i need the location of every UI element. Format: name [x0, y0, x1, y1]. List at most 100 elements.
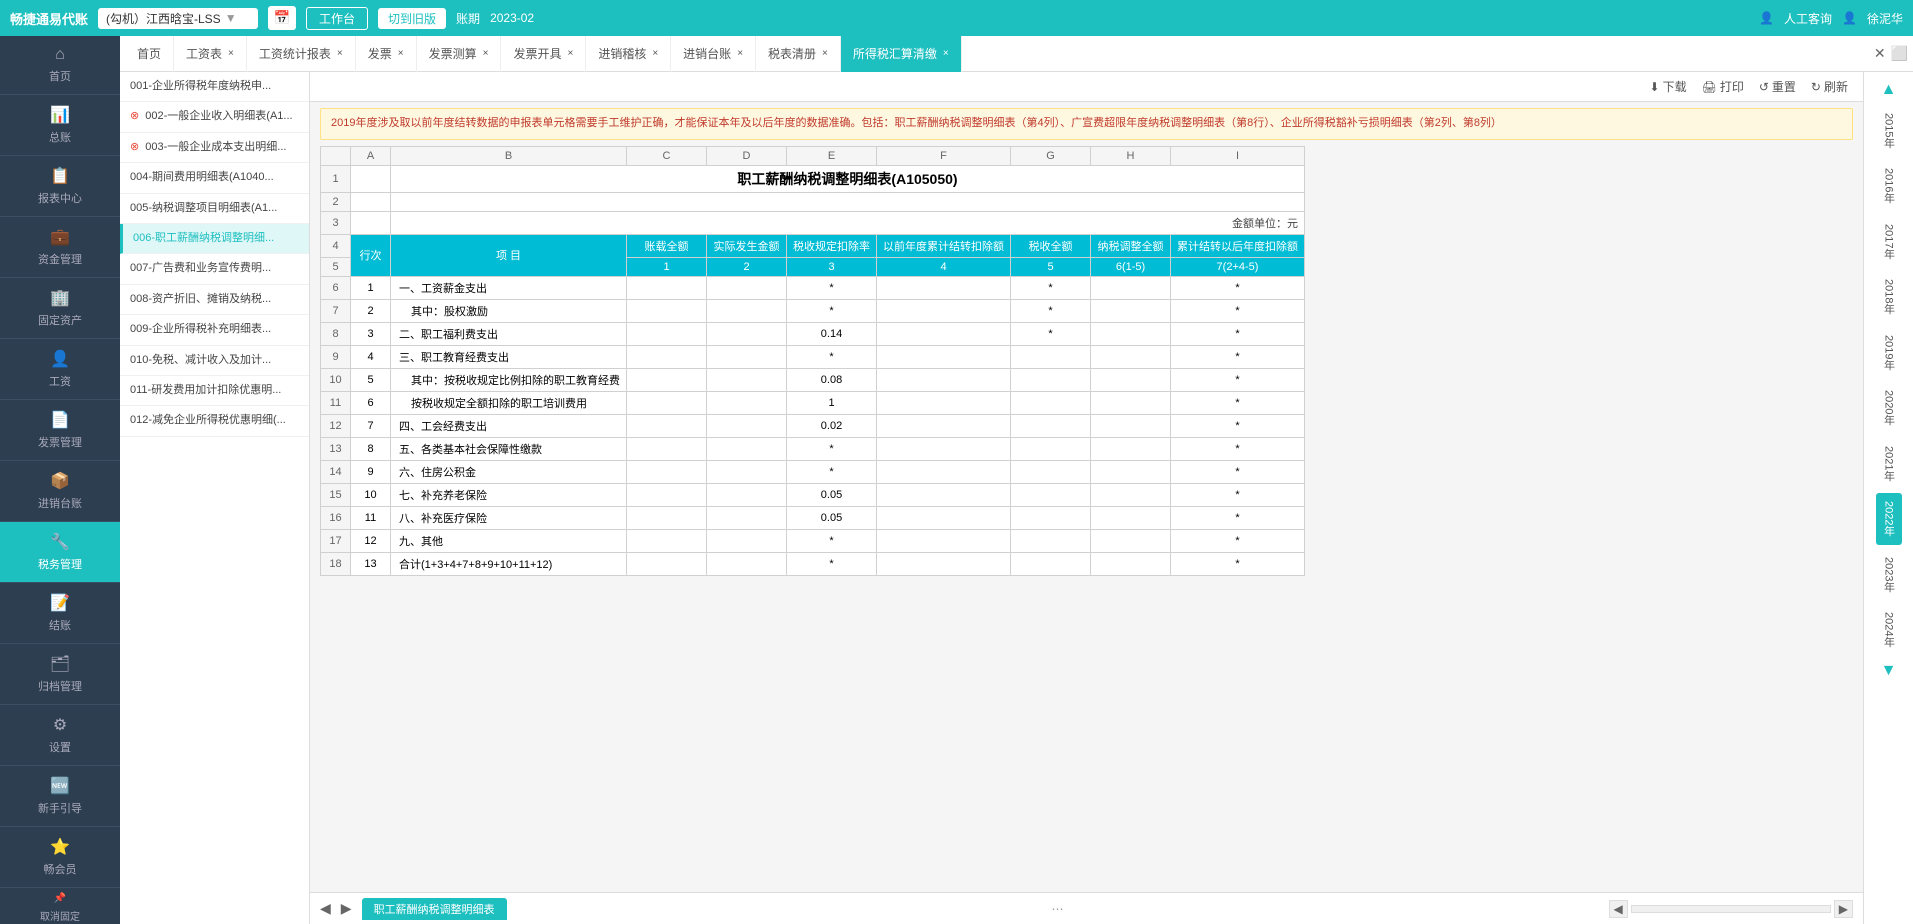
tab-income-tax-close[interactable]: × — [943, 48, 949, 59]
sidebar-item-archive[interactable]: 🗂 归档管理 — [0, 644, 120, 705]
sheet-tab[interactable]: 职工薪酬纳税调整明细表 — [362, 898, 507, 920]
year-2018[interactable]: 2018年 — [1876, 271, 1902, 322]
left-panel-item-010[interactable]: 010-免税、减计收入及加计... — [120, 346, 309, 376]
sidebar-item-assets[interactable]: 🏢 固定资产 — [0, 278, 120, 339]
tab-tax-list[interactable]: 税表清册 × — [756, 36, 841, 72]
table-row: 18 13 合计(1+3+4+7+8+9+10+11+12) * * — [321, 552, 1305, 575]
col-label-h: H — [1091, 146, 1171, 165]
left-panel-item-012[interactable]: 012-减免企业所得税优惠明细(... — [120, 406, 309, 436]
sub-header-c: 1 — [627, 257, 707, 276]
sheet-nav-prev[interactable]: ◀ — [320, 900, 331, 917]
archive-icon: 🗂 — [50, 654, 70, 674]
left-panel-item-007[interactable]: 007-广告费和业务宣传费明... — [120, 254, 309, 284]
sidebar-item-settings[interactable]: ⚙ 设置 — [0, 705, 120, 766]
reset-icon: ↺ — [1759, 80, 1769, 94]
left-panel-item-006[interactable]: 006-职工薪酬纳税调整明细... — [120, 224, 309, 254]
sidebar-item-member[interactable]: ⭐ 畅会员 — [0, 827, 120, 888]
sidebar-item-inout[interactable]: 📦 进销台账 — [0, 461, 120, 522]
tab-tax-list-close[interactable]: × — [822, 48, 828, 59]
col-header-g: 税收全额 — [1011, 234, 1091, 257]
left-panel-item-001[interactable]: 001-企业所得税年度纳税申... — [120, 72, 309, 102]
year-2017[interactable]: 2017年 — [1876, 216, 1902, 267]
item-label: 010-免税、减计收入及加计... — [130, 354, 271, 366]
sidebar-item-salary[interactable]: 👤 工资 — [0, 339, 120, 400]
reset-button[interactable]: ↺ 重置 — [1759, 78, 1796, 95]
warning-banner: 2019年度涉及取以前年度结转数据的申报表单元格需要手工维护正确，才能保证本年及… — [320, 108, 1853, 140]
sidebar-item-close[interactable]: 📝 结账 — [0, 583, 120, 644]
switch-version-button[interactable]: 切到旧版 — [378, 8, 446, 29]
cell-2a[interactable] — [351, 192, 391, 211]
item-label: 002-一般企业收入明细表(A1... — [145, 110, 292, 122]
table-container[interactable]: A B C D E F G H I 1 — [310, 146, 1863, 892]
print-button[interactable]: 🖨 打印 — [1702, 78, 1744, 95]
tab-invoice-calc-close[interactable]: × — [483, 48, 489, 59]
left-panel-item-003[interactable]: ⊗ 003-一般企业成本支出明细... — [120, 133, 309, 163]
scroll-left-btn[interactable]: ◀ — [1609, 900, 1628, 918]
user-avatar: 👤 — [1842, 11, 1857, 25]
sidebar-item-label: 总账 — [49, 129, 71, 145]
cell-1a[interactable] — [351, 165, 391, 192]
company-selector[interactable]: (勾机）江西晗宝-LSS ▼ — [98, 8, 258, 29]
tab-close-all-button[interactable]: ✕ — [1874, 45, 1886, 62]
table-row: 14 9 六、住房公积金 * * — [321, 460, 1305, 483]
tab-salary[interactable]: 工资表 × — [174, 36, 247, 72]
bottom-scroll: ◀ ▶ — [1609, 900, 1853, 918]
tab-home[interactable]: 首页 — [125, 36, 174, 72]
item-label: 006-职工薪酬纳税调整明细... — [133, 232, 274, 244]
year-2019[interactable]: 2019年 — [1876, 327, 1902, 378]
tab-invoice-open-close[interactable]: × — [567, 48, 573, 59]
tab-inout-check-close[interactable]: × — [652, 48, 658, 59]
workbench-button[interactable]: 工作台 — [306, 7, 368, 30]
tab-inout-check[interactable]: 进销稽核 × — [586, 36, 671, 72]
sheet-nav-next[interactable]: ▶ — [341, 900, 352, 917]
col-label-f: F — [877, 146, 1011, 165]
scroll-right-btn[interactable]: ▶ — [1834, 900, 1853, 918]
year-nav-up[interactable]: ▲ — [1877, 77, 1901, 103]
sidebar-item-guide[interactable]: 🆕 新手引导 — [0, 766, 120, 827]
tab-salary-report-close[interactable]: × — [337, 48, 343, 59]
sidebar-item-capital[interactable]: 💼 资金管理 — [0, 217, 120, 278]
left-panel-item-011[interactable]: 011-研发费用加计扣除优惠明... — [120, 376, 309, 406]
year-2023[interactable]: 2023年 — [1876, 549, 1902, 600]
tab-income-tax[interactable]: 所得税汇算清缴 × — [841, 36, 962, 72]
tab-invoice-close[interactable]: × — [398, 48, 404, 59]
print-icon: 🖨 — [1702, 80, 1717, 94]
year-2015[interactable]: 2015年 — [1876, 105, 1902, 156]
table-row: 10 5 其中：按税收规定比例扣除的职工教育经费 0.08 * — [321, 368, 1305, 391]
year-nav-down[interactable]: ▼ — [1877, 658, 1901, 684]
refresh-button[interactable]: ↻ 刷新 — [1811, 78, 1848, 95]
tab-invoice-calc[interactable]: 发票测算 × — [417, 36, 502, 72]
table-row: 8 3 二、职工福利费支出 0.14 * * — [321, 322, 1305, 345]
calendar-icon[interactable]: 📅 — [268, 6, 296, 30]
horizontal-scrollbar[interactable] — [1631, 905, 1831, 913]
tab-salary-report[interactable]: 工资统计报表 × — [247, 36, 356, 72]
sidebar-item-home[interactable]: ⌂ 首页 — [0, 36, 120, 95]
sidebar-item-tax[interactable]: 🔧 税务管理 — [0, 522, 120, 583]
download-button[interactable]: ⬇ 下载 — [1650, 78, 1687, 95]
cell-3a[interactable] — [351, 211, 391, 234]
tab-inout-ledger-close[interactable]: × — [737, 48, 743, 59]
left-panel-item-008[interactable]: 008-资产折旧、摊销及纳税... — [120, 285, 309, 315]
year-2020[interactable]: 2020年 — [1876, 382, 1902, 433]
sidebar-item-ledger[interactable]: 📊 总账 — [0, 95, 120, 156]
year-2022[interactable]: 2022年 — [1876, 493, 1902, 544]
year-2024[interactable]: 2024年 — [1876, 604, 1902, 655]
left-panel-item-004[interactable]: 004-期间费用明细表(A1040... — [120, 163, 309, 193]
col-header-i: 累计结转以后年度扣除额 — [1171, 234, 1305, 257]
sidebar-item-label: 结账 — [49, 617, 71, 633]
sidebar-item-invoice[interactable]: 📄 发票管理 — [0, 400, 120, 461]
left-panel-item-005[interactable]: 005-纳税调整项目明细表(A1... — [120, 194, 309, 224]
tab-inout-ledger[interactable]: 进销台账 × — [671, 36, 756, 72]
tab-salary-close[interactable]: × — [228, 48, 234, 59]
tab-maximize-button[interactable]: ⬜ — [1891, 45, 1908, 62]
year-2021[interactable]: 2021年 — [1876, 438, 1902, 489]
service-label[interactable]: 人工客询 — [1784, 10, 1832, 27]
year-2016[interactable]: 2016年 — [1876, 160, 1902, 211]
spreadsheet-table: A B C D E F G H I 1 — [320, 146, 1305, 576]
left-panel-item-002[interactable]: ⊗ 002-一般企业收入明细表(A1... — [120, 102, 309, 132]
tab-invoice[interactable]: 发票 × — [356, 36, 417, 72]
sidebar-item-reports[interactable]: 📋 报表中心 — [0, 156, 120, 217]
unpin-label[interactable]: 📌 取消固定 — [0, 888, 120, 924]
tab-invoice-open[interactable]: 发票开具 × — [501, 36, 586, 72]
left-panel-item-009[interactable]: 009-企业所得税补充明细表... — [120, 315, 309, 345]
